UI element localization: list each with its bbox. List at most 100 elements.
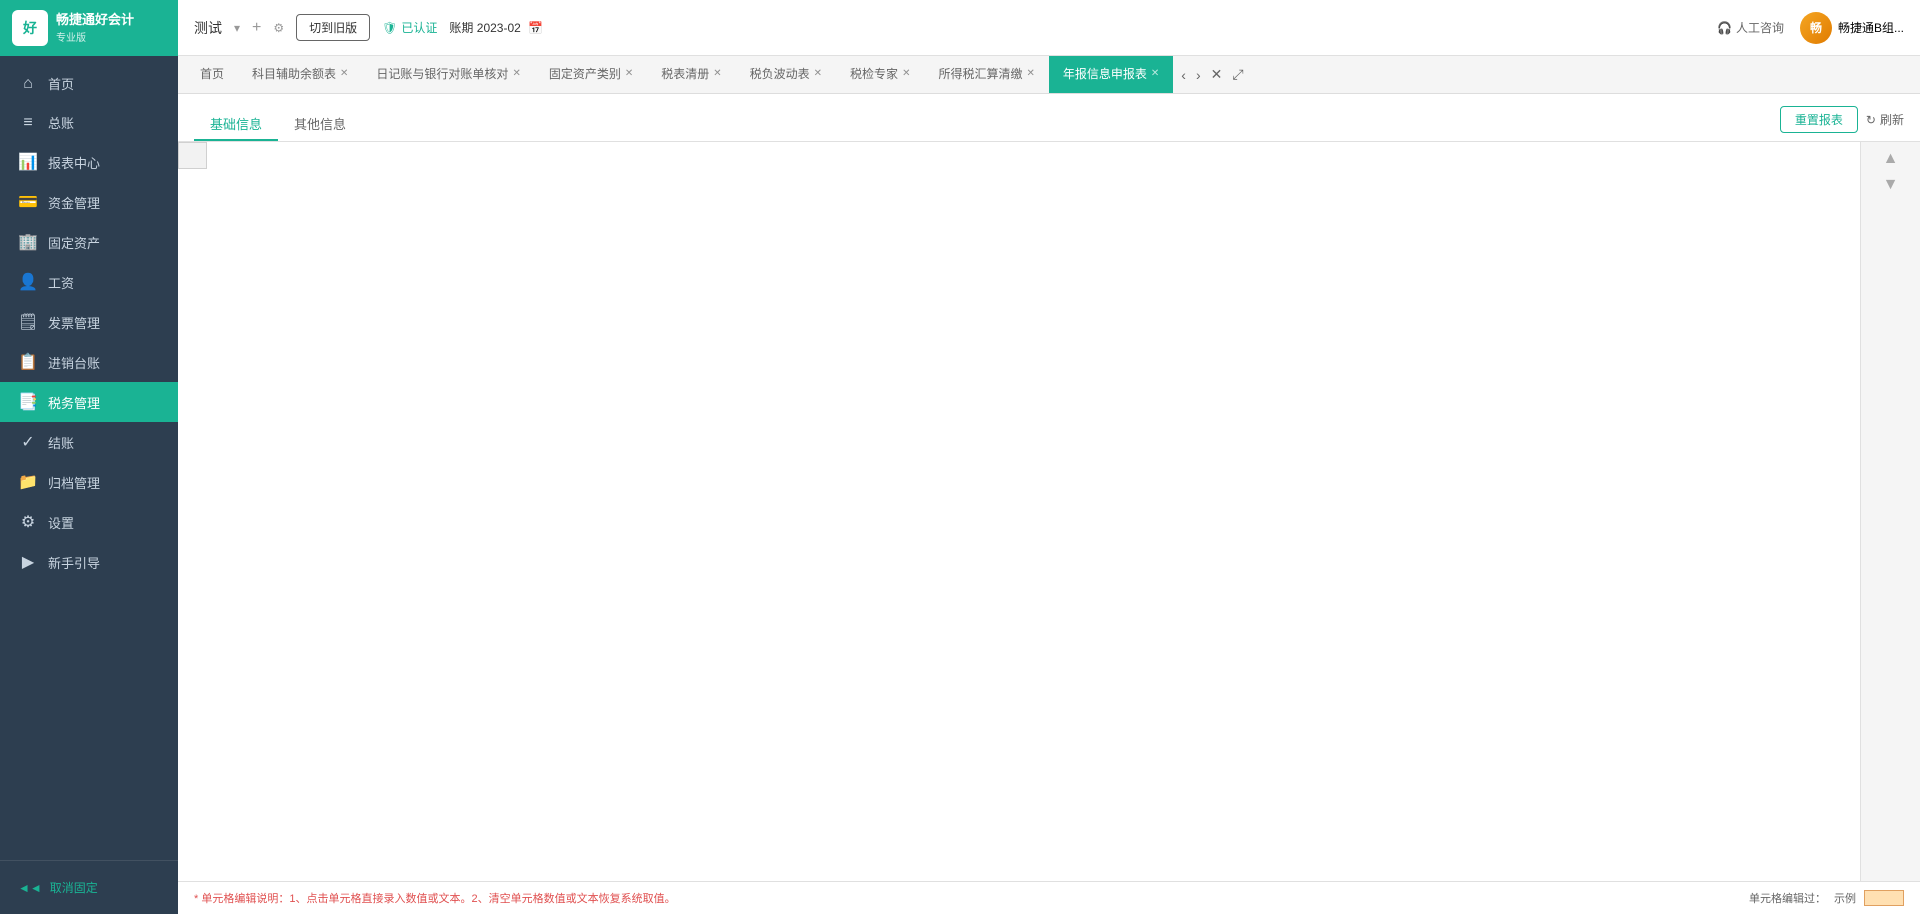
sidebar-item-newbie[interactable]: ▶ 新手引导 bbox=[0, 542, 178, 582]
sidebar-item-tax[interactable]: 📑 税务管理 bbox=[0, 382, 178, 422]
refresh-button[interactable]: ↻ 刷新 bbox=[1866, 111, 1904, 128]
sidebar-logo: 好 畅捷通好会计 专业版 bbox=[0, 0, 178, 56]
sidebar-item-ledger[interactable]: ≡总账 bbox=[0, 103, 178, 142]
sidebar-item-archive[interactable]: 📁归档管理 bbox=[0, 462, 178, 502]
year-scroll-down-button[interactable]: ▼ bbox=[1861, 172, 1920, 198]
tab-close-all-button[interactable]: ✕ bbox=[1207, 64, 1227, 85]
tab-close-icon[interactable]: ✕ bbox=[512, 68, 520, 79]
sidebar-item-label: 设置 bbox=[48, 513, 74, 532]
topbar: 测试 ▾ + ⚙ 切到旧版 🛡 已认证 账期 2023-02 📅 🎧 人工咨询 … bbox=[178, 0, 1920, 56]
tab-label: 科目辅助余额表 bbox=[252, 65, 336, 82]
settings-icon[interactable]: ⚙ bbox=[273, 21, 284, 35]
sub-tabs: 基础信息其他信息 重置报表 ↻ 刷新 bbox=[178, 94, 1920, 142]
report-icon: 📊 bbox=[18, 152, 38, 172]
spreadsheet-container[interactable] bbox=[178, 142, 1860, 881]
year-panel: ▲ ▼ bbox=[1860, 142, 1920, 881]
invoice-icon: 🗒 bbox=[18, 312, 38, 332]
sidebar-item-invoice[interactable]: 🗒 发票管理 bbox=[0, 302, 178, 342]
tax-icon: 📑 bbox=[18, 392, 38, 412]
sidebar-item-label: 税务管理 bbox=[48, 393, 100, 412]
home-icon: ⌂ bbox=[18, 75, 38, 93]
newbie-icon: ▶ bbox=[18, 552, 38, 572]
tab-home[interactable]: 首页 bbox=[186, 56, 238, 93]
sidebar-item-label: 首页 bbox=[48, 74, 74, 93]
footer-right: 单元格编辑过： 示例 bbox=[1749, 890, 1904, 906]
tab-expand-button[interactable]: ⤢ bbox=[1228, 64, 1247, 85]
sidebar-item-home[interactable]: ⌂ 首页 bbox=[0, 64, 178, 103]
dropdown-icon[interactable]: ▾ bbox=[234, 21, 240, 35]
sidebar-bottom: ◄◄ 取消固定 bbox=[0, 860, 178, 914]
service-button[interactable]: 🎧 人工咨询 bbox=[1717, 19, 1784, 36]
sidebar-item-label: 固定资产 bbox=[48, 233, 100, 252]
tab-close-icon[interactable]: ✕ bbox=[814, 68, 822, 79]
tab-label: 税检专家 bbox=[850, 65, 898, 82]
tab-navigation: ‹ › ✕ ⤢ bbox=[1177, 64, 1247, 85]
sidebar-item-assets[interactable]: 🏢 固定资产 bbox=[0, 222, 178, 262]
assets-icon: 🏢 bbox=[18, 232, 38, 252]
tab-annual_report[interactable]: 年报信息申报表✕ bbox=[1049, 56, 1173, 93]
sidebar-item-settings[interactable]: ⚙ 设置 bbox=[0, 502, 178, 542]
period-label: 账期 2023-02 📅 bbox=[449, 19, 543, 36]
shield-icon: 🛡 bbox=[382, 21, 397, 35]
spreadsheet-table bbox=[178, 142, 1565, 169]
sidebar-item-label: 归档管理 bbox=[48, 473, 100, 492]
calendar-icon[interactable]: 📅 bbox=[528, 21, 543, 35]
payroll-icon: 👤 bbox=[18, 272, 38, 292]
username: 畅捷通B组... bbox=[1838, 19, 1904, 36]
sidebar-item-fund[interactable]: 💳资金管理 bbox=[0, 182, 178, 222]
tab-tax_check[interactable]: 税检专家 ✕ bbox=[836, 56, 924, 93]
col-header-row bbox=[179, 143, 1565, 169]
sidebar-item-label: 资金管理 bbox=[48, 193, 100, 212]
tab-label: 首页 bbox=[200, 65, 224, 82]
tab-label: 税负波动表 bbox=[750, 65, 810, 82]
tab-fixed_asset_type[interactable]: 固定资产类别 ✕ bbox=[535, 56, 647, 93]
tab-journal[interactable]: 日记账与银行对账单核对 ✕ bbox=[362, 56, 534, 93]
pin-button[interactable]: ◄◄ 取消固定 bbox=[0, 871, 178, 904]
tab-label: 税表清册 bbox=[661, 65, 709, 82]
refresh-icon: ↻ bbox=[1866, 113, 1876, 127]
user-menu[interactable]: 畅 畅捷通B组... bbox=[1800, 12, 1904, 44]
tab-close-icon[interactable]: ✕ bbox=[1151, 68, 1159, 79]
tab-label: 固定资产类别 bbox=[549, 65, 621, 82]
reset-button[interactable]: 重置报表 bbox=[1780, 106, 1858, 133]
spreadsheet-wrapper: ▲ ▼ bbox=[178, 142, 1920, 881]
sidebar-item-label: 结账 bbox=[48, 433, 74, 452]
sidebar-item-label: 发票管理 bbox=[48, 313, 100, 332]
tab-close-icon[interactable]: ✕ bbox=[1026, 68, 1034, 79]
tab-tax_wave[interactable]: 税负波动表 ✕ bbox=[736, 56, 836, 93]
sidebar-item-inout[interactable]: 📋进销台账 bbox=[0, 342, 178, 382]
footer-hint: * 单元格编辑说明：1、点击单元格直接录入数值或文本。2、清空单元格数值或文本恢… bbox=[194, 890, 676, 906]
old-version-button[interactable]: 切到旧版 bbox=[296, 14, 370, 41]
settle-icon: ✓ bbox=[18, 432, 38, 452]
settings-icon: ⚙ bbox=[18, 512, 38, 532]
topbar-title: 测试 bbox=[194, 18, 222, 38]
sidebar: 好 畅捷通好会计 专业版 ⌂ 首页 ≡总账📊报表中心💳资金管理 🏢 固定资产 👤工资 🗒 发票… bbox=[0, 0, 178, 914]
corner-cell bbox=[179, 143, 207, 169]
sub-tab-other[interactable]: 其他信息 bbox=[278, 108, 362, 141]
tab-income_tax[interactable]: 所得税汇算清缴 ✕ bbox=[924, 56, 1048, 93]
sidebar-item-settle[interactable]: ✓ 结账 bbox=[0, 422, 178, 462]
tab-label: 所得税汇算清缴 bbox=[938, 65, 1022, 82]
example-label: 示例 bbox=[1834, 890, 1856, 906]
sub-tab-basic[interactable]: 基础信息 bbox=[194, 108, 278, 141]
example-color-swatch bbox=[1864, 890, 1904, 906]
tab-aux[interactable]: 科目辅助余额表 ✕ bbox=[238, 56, 362, 93]
add-icon[interactable]: + bbox=[252, 19, 261, 37]
sidebar-item-payroll[interactable]: 👤工资 bbox=[0, 262, 178, 302]
sidebar-item-label: 新手引导 bbox=[48, 553, 100, 572]
footer: * 单元格编辑说明：1、点击单元格直接录入数值或文本。2、清空单元格数值或文本恢… bbox=[178, 881, 1920, 914]
logo-text: 畅捷通好会计 专业版 bbox=[56, 12, 134, 44]
tab-tax_table[interactable]: 税表清册 ✕ bbox=[647, 56, 735, 93]
tab-close-icon[interactable]: ✕ bbox=[625, 68, 633, 79]
tab-close-icon[interactable]: ✕ bbox=[902, 68, 910, 79]
tab-label: 日记账与银行对账单核对 bbox=[376, 65, 508, 82]
tab-close-icon[interactable]: ✕ bbox=[713, 68, 721, 79]
sidebar-item-report[interactable]: 📊报表中心 bbox=[0, 142, 178, 182]
year-scroll-up-button[interactable]: ▲ bbox=[1861, 146, 1920, 172]
tab-next-button[interactable]: › bbox=[1192, 65, 1205, 85]
tab-prev-button[interactable]: ‹ bbox=[1177, 65, 1190, 85]
tab-close-icon[interactable]: ✕ bbox=[340, 68, 348, 79]
inner-content: 基础信息其他信息 重置报表 ↻ 刷新 bbox=[178, 94, 1920, 914]
logo-icon: 好 bbox=[12, 10, 48, 46]
main-content: 测试 ▾ + ⚙ 切到旧版 🛡 已认证 账期 2023-02 📅 🎧 人工咨询 … bbox=[178, 0, 1920, 914]
